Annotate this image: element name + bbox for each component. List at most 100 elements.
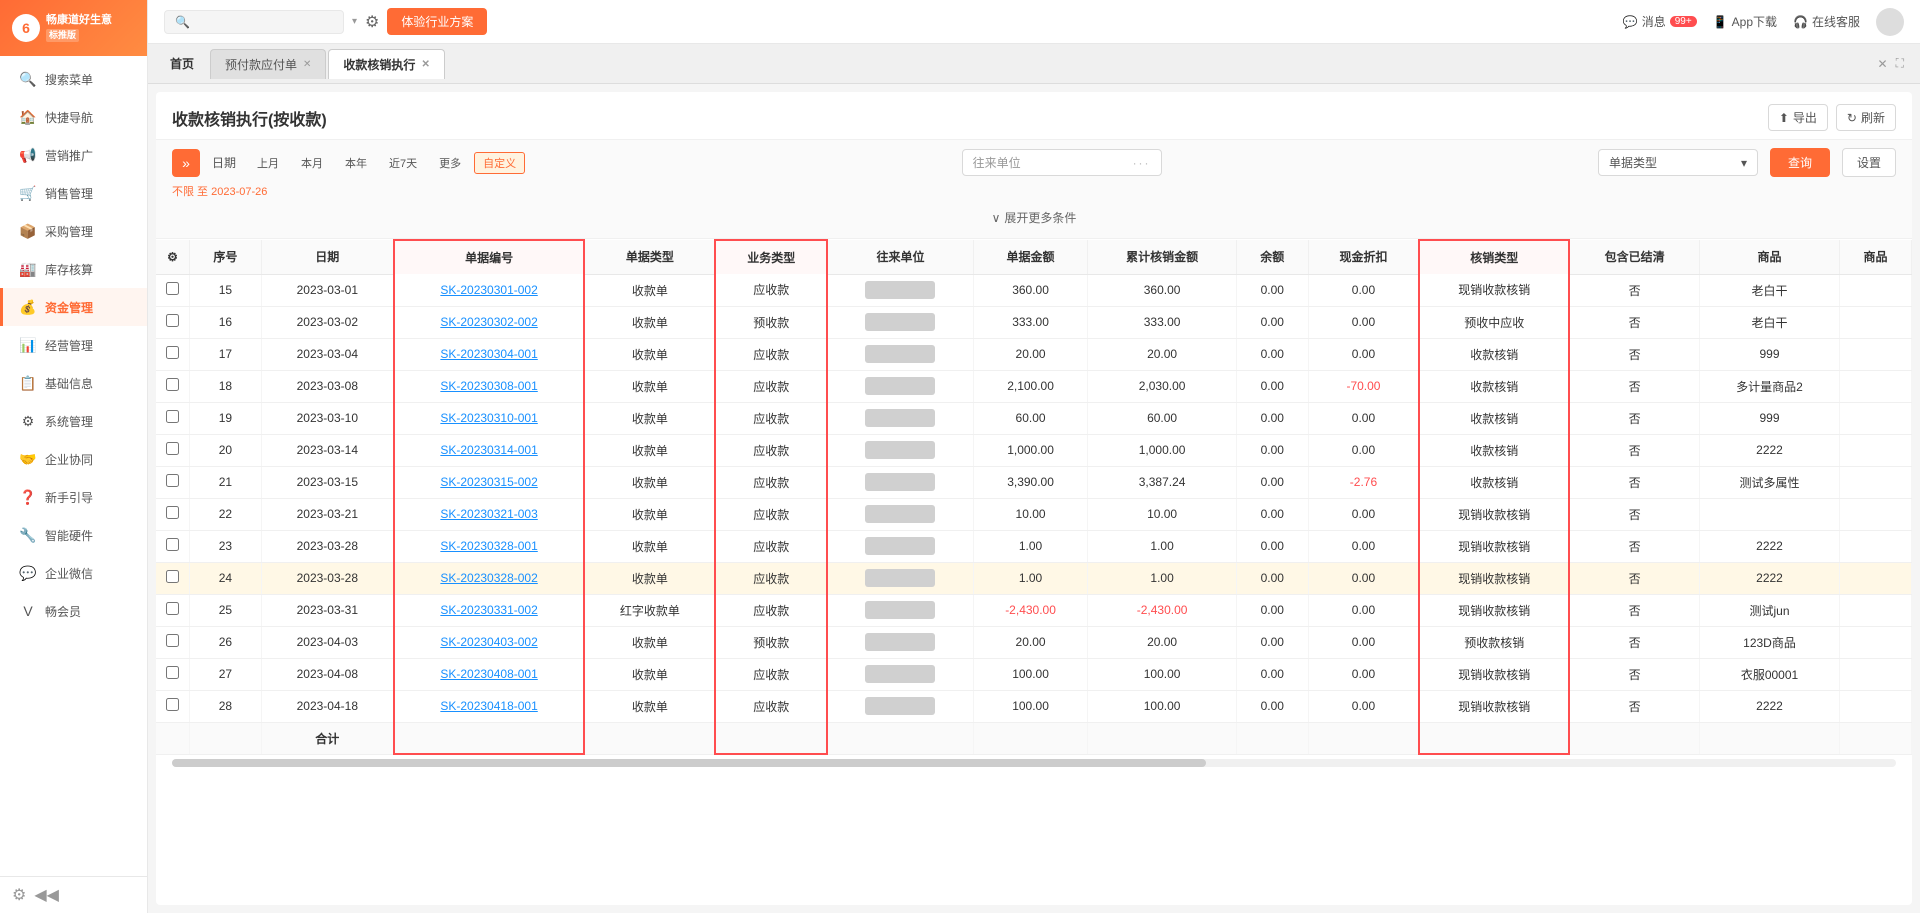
sidebar-item-marketing[interactable]: 📢 营销推广: [0, 136, 147, 174]
sidebar-item-finance[interactable]: 💰 资金管理: [0, 288, 147, 326]
settings-icon[interactable]: ⚙: [12, 885, 26, 905]
sidebar-item-enterprise[interactable]: 🤝 企业协同: [0, 440, 147, 478]
cell-included-9: 否: [1569, 562, 1699, 594]
doc-type-filter[interactable]: 单据类型 ▾: [1598, 149, 1758, 176]
date-btn-last-month[interactable]: 上月: [248, 152, 288, 174]
sidebar-label-member: 畅会员: [45, 603, 81, 620]
sidebar-item-wechat[interactable]: 💬 企业微信: [0, 554, 147, 592]
message-item[interactable]: 💬 消息 99+: [1623, 13, 1697, 30]
sidebar-item-hardware[interactable]: 🔧 智能硬件: [0, 516, 147, 554]
sidebar-item-system[interactable]: ⚙ 系统管理: [0, 402, 147, 440]
cell-checkbox-7[interactable]: [156, 498, 190, 530]
date-btn-this-year[interactable]: 本年: [336, 152, 376, 174]
cell-doc-no-5[interactable]: SK-20230314-001: [394, 434, 585, 466]
sidebar-item-search[interactable]: 🔍 搜索菜单: [0, 60, 147, 98]
table-scrollbar-thumb[interactable]: [172, 759, 1206, 767]
cell-doc-no-12[interactable]: SK-20230408-001: [394, 658, 585, 690]
export-button[interactable]: ⬆ 导出: [1768, 104, 1828, 131]
cell-checkbox-3[interactable]: [156, 370, 190, 402]
purchase-icon: 📦: [19, 222, 37, 240]
tab-verify-close-icon[interactable]: ✕: [421, 59, 429, 70]
date-btn-7days[interactable]: 近7天: [380, 152, 426, 174]
cell-verify-type-9: 现销收款核销: [1419, 562, 1569, 594]
cell-doc-no-1[interactable]: SK-20230302-002: [394, 306, 585, 338]
dropdown-chevron-icon[interactable]: ▾: [352, 16, 357, 27]
cell-doc-no-9[interactable]: SK-20230328-002: [394, 562, 585, 594]
cell-goods2-13: [1840, 690, 1912, 722]
cell-doc-no-4[interactable]: SK-20230310-001: [394, 402, 585, 434]
cell-checkbox-8[interactable]: [156, 530, 190, 562]
tab-verify[interactable]: 收款核销执行 ✕: [328, 49, 444, 79]
cell-checkbox-6[interactable]: [156, 466, 190, 498]
cell-checkbox-4[interactable]: [156, 402, 190, 434]
topbar-settings-icon[interactable]: ⚙: [365, 12, 379, 32]
cell-doc-no-11[interactable]: SK-20230403-002: [394, 626, 585, 658]
th-settings[interactable]: ⚙: [156, 240, 190, 274]
cell-doc-no-3[interactable]: SK-20230308-001: [394, 370, 585, 402]
cell-goods-7: [1700, 498, 1840, 530]
online-service-item[interactable]: 🎧 在线客服: [1793, 13, 1860, 30]
party-filter[interactable]: 往来单位 ···: [962, 149, 1162, 176]
cell-checkbox-5[interactable]: [156, 434, 190, 466]
cell-doc-no-10[interactable]: SK-20230331-002: [394, 594, 585, 626]
date-btn-more[interactable]: 更多: [430, 152, 470, 174]
cell-balance-9: 0.00: [1236, 562, 1308, 594]
cell-doc-type-0: 收款单: [584, 274, 715, 306]
cell-date-5: 2023-03-14: [261, 434, 393, 466]
sidebar-item-operation[interactable]: 📊 经营管理: [0, 326, 147, 364]
cell-doc-no-8[interactable]: SK-20230328-001: [394, 530, 585, 562]
cell-doc-no-2[interactable]: SK-20230304-001: [394, 338, 585, 370]
app-download-item[interactable]: 📱 App下载: [1713, 13, 1777, 30]
cell-checkbox-2[interactable]: [156, 338, 190, 370]
cell-goods-4: 999: [1700, 402, 1840, 434]
sidebar-item-member[interactable]: V 畅会员: [0, 592, 147, 630]
tab-home[interactable]: 首页: [156, 49, 208, 78]
solution-button[interactable]: 体验行业方案: [387, 8, 487, 35]
cell-doc-no-0[interactable]: SK-20230301-002: [394, 274, 585, 306]
cell-goods2-4: [1840, 402, 1912, 434]
cell-checkbox-9[interactable]: [156, 562, 190, 594]
filter-expand-button[interactable]: »: [172, 149, 200, 177]
expand-more-button[interactable]: ∨ 展开更多条件: [172, 205, 1896, 230]
cell-checkbox-11[interactable]: [156, 626, 190, 658]
topbar-search[interactable]: 🔍: [164, 10, 344, 34]
cell-party-7: ████: [827, 498, 973, 530]
tab-close-all-icon[interactable]: ✕: [1878, 57, 1888, 71]
cell-checkbox-12[interactable]: [156, 658, 190, 690]
tab-prepay[interactable]: 预付款应付单 ✕: [210, 49, 326, 79]
table-scrollbar[interactable]: [172, 759, 1896, 767]
collapse-icon[interactable]: ◀◀: [34, 885, 59, 905]
tab-expand-icon[interactable]: ⛶: [1896, 56, 1904, 71]
sidebar-item-basic[interactable]: 📋 基础信息: [0, 364, 147, 402]
sidebar-item-guide[interactable]: ❓ 新手引导: [0, 478, 147, 516]
cell-checkbox-1[interactable]: [156, 306, 190, 338]
query-button[interactable]: 查询: [1770, 148, 1830, 177]
sidebar-item-purchase[interactable]: 📦 采购管理: [0, 212, 147, 250]
cell-checkbox-13[interactable]: [156, 690, 190, 722]
th-amount: 单据金额: [973, 240, 1088, 274]
filter-settings-button[interactable]: 设置: [1842, 148, 1896, 177]
cell-doc-no-6[interactable]: SK-20230315-002: [394, 466, 585, 498]
cell-date-13: 2023-04-18: [261, 690, 393, 722]
avatar[interactable]: [1876, 8, 1904, 36]
tab-prepay-close-icon[interactable]: ✕: [303, 59, 311, 70]
cell-amount-8: 1.00: [973, 530, 1088, 562]
cell-date-6: 2023-03-15: [261, 466, 393, 498]
table-row: 25 2023-03-31 SK-20230331-002 红字收款单 应收款 …: [156, 594, 1912, 626]
cell-amount-1: 333.00: [973, 306, 1088, 338]
date-btn-this-month[interactable]: 本月: [292, 152, 332, 174]
sidebar-item-inventory[interactable]: 🏭 库存核算: [0, 250, 147, 288]
cell-doc-no-13[interactable]: SK-20230418-001: [394, 690, 585, 722]
cell-doc-no-7[interactable]: SK-20230321-003: [394, 498, 585, 530]
cell-goods2-10: [1840, 594, 1912, 626]
sidebar-item-sales[interactable]: 🛒 销售管理: [0, 174, 147, 212]
cell-doc-type-10: 红字收款单: [584, 594, 715, 626]
cell-date-8: 2023-03-28: [261, 530, 393, 562]
cell-checkbox-10[interactable]: [156, 594, 190, 626]
refresh-button[interactable]: ↻ 刷新: [1836, 104, 1896, 131]
sidebar-item-shortcut[interactable]: 🏠 快捷导航: [0, 98, 147, 136]
cell-doc-type-4: 收款单: [584, 402, 715, 434]
cell-goods2-1: [1840, 306, 1912, 338]
cell-checkbox-0[interactable]: [156, 274, 190, 306]
date-btn-custom[interactable]: 自定义: [474, 152, 525, 174]
